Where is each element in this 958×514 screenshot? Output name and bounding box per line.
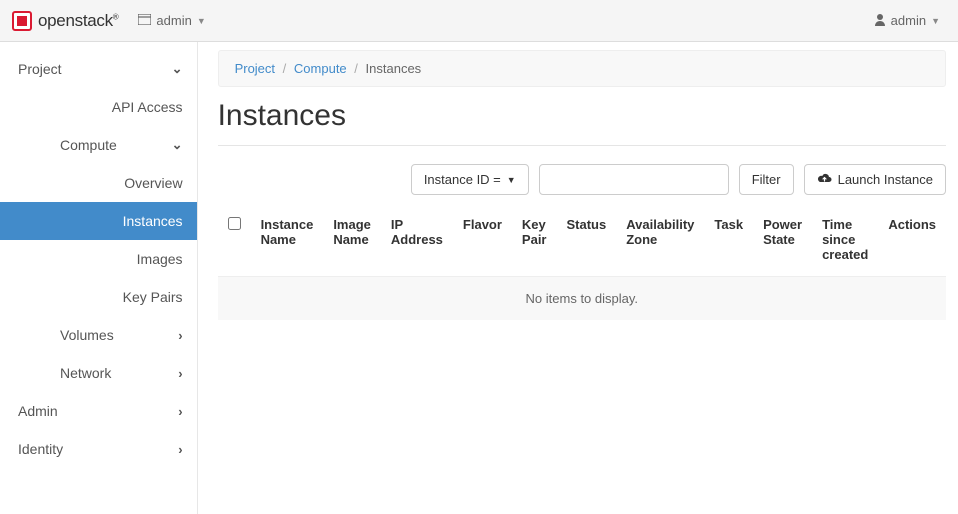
main-content: Project / Compute / Instances Instances … bbox=[198, 42, 958, 514]
col-power-state[interactable]: Power State bbox=[753, 209, 812, 277]
breadcrumb-l3: Instances bbox=[366, 61, 422, 76]
breadcrumb-l1[interactable]: Project bbox=[235, 61, 275, 76]
launch-instance-button[interactable]: Launch Instance bbox=[804, 164, 946, 195]
breadcrumb: Project / Compute / Instances bbox=[218, 50, 946, 87]
sidebar-item-key-pairs[interactable]: Key Pairs bbox=[0, 278, 197, 316]
chevron-right-icon: › bbox=[178, 328, 182, 343]
col-instance-name[interactable]: Instance Name bbox=[251, 209, 324, 277]
sidebar-item-project[interactable]: Project ⌄ bbox=[0, 50, 197, 88]
chevron-right-icon: › bbox=[178, 404, 182, 419]
brand-text: openstack® bbox=[38, 11, 118, 31]
sidebar: Project ⌄ API Access Compute ⌄ Overview … bbox=[0, 42, 198, 514]
breadcrumb-sep: / bbox=[354, 61, 358, 76]
instances-table: Instance Name Image Name IP Address Flav… bbox=[218, 209, 946, 320]
col-key-pair[interactable]: Key Pair bbox=[512, 209, 557, 277]
user-menu[interactable]: admin ▼ bbox=[868, 9, 946, 33]
caret-down-icon: ▼ bbox=[507, 175, 516, 185]
user-icon bbox=[874, 13, 886, 29]
breadcrumb-l2[interactable]: Compute bbox=[294, 61, 347, 76]
cloud-upload-icon bbox=[817, 172, 832, 187]
sidebar-item-admin[interactable]: Admin › bbox=[0, 392, 197, 430]
chevron-down-icon: ⌄ bbox=[172, 137, 183, 153]
chevron-right-icon: › bbox=[178, 442, 182, 457]
col-availability-zone[interactable]: Availability Zone bbox=[616, 209, 704, 277]
filter-toolbar: Instance ID = ▼ Filter Launch Instance bbox=[218, 164, 946, 195]
sidebar-item-overview[interactable]: Overview bbox=[0, 164, 197, 202]
filter-input[interactable] bbox=[539, 164, 729, 195]
col-status[interactable]: Status bbox=[557, 209, 617, 277]
select-all-checkbox[interactable] bbox=[228, 217, 241, 230]
sidebar-item-api-access[interactable]: API Access bbox=[0, 88, 197, 126]
col-flavor[interactable]: Flavor bbox=[453, 209, 512, 277]
sidebar-item-images[interactable]: Images bbox=[0, 240, 197, 278]
col-task[interactable]: Task bbox=[704, 209, 753, 277]
col-ip-address[interactable]: IP Address bbox=[381, 209, 453, 277]
project-selector-label: admin bbox=[156, 13, 191, 28]
caret-down-icon: ▼ bbox=[197, 16, 206, 26]
chevron-down-icon: ⌄ bbox=[172, 61, 183, 77]
topbar: openstack® admin ▼ admin ▼ bbox=[0, 0, 958, 42]
col-image-name[interactable]: Image Name bbox=[323, 209, 381, 277]
project-selector[interactable]: admin ▼ bbox=[132, 9, 211, 32]
table-header-row: Instance Name Image Name IP Address Flav… bbox=[218, 209, 946, 277]
chevron-right-icon: › bbox=[178, 366, 182, 381]
brand[interactable]: openstack® bbox=[12, 11, 118, 31]
domain-icon bbox=[138, 13, 151, 28]
sidebar-item-volumes[interactable]: Volumes › bbox=[0, 316, 197, 354]
table-empty-row: No items to display. bbox=[218, 277, 946, 321]
sidebar-item-compute[interactable]: Compute ⌄ bbox=[0, 126, 197, 164]
table-empty-text: No items to display. bbox=[218, 277, 946, 321]
select-all-header[interactable] bbox=[218, 209, 251, 277]
filter-button[interactable]: Filter bbox=[739, 164, 794, 195]
filter-field-selector[interactable]: Instance ID = ▼ bbox=[411, 164, 529, 195]
col-actions[interactable]: Actions bbox=[878, 209, 946, 277]
user-menu-label: admin bbox=[891, 13, 926, 28]
sidebar-item-identity[interactable]: Identity › bbox=[0, 430, 197, 468]
col-time-since-created[interactable]: Time since created bbox=[812, 209, 878, 277]
sidebar-item-network[interactable]: Network › bbox=[0, 354, 197, 392]
openstack-logo-icon bbox=[12, 11, 32, 31]
breadcrumb-sep: / bbox=[283, 61, 287, 76]
sidebar-item-instances[interactable]: Instances bbox=[0, 202, 197, 240]
page-title: Instances bbox=[218, 99, 946, 133]
divider bbox=[218, 145, 946, 146]
caret-down-icon: ▼ bbox=[931, 16, 940, 26]
